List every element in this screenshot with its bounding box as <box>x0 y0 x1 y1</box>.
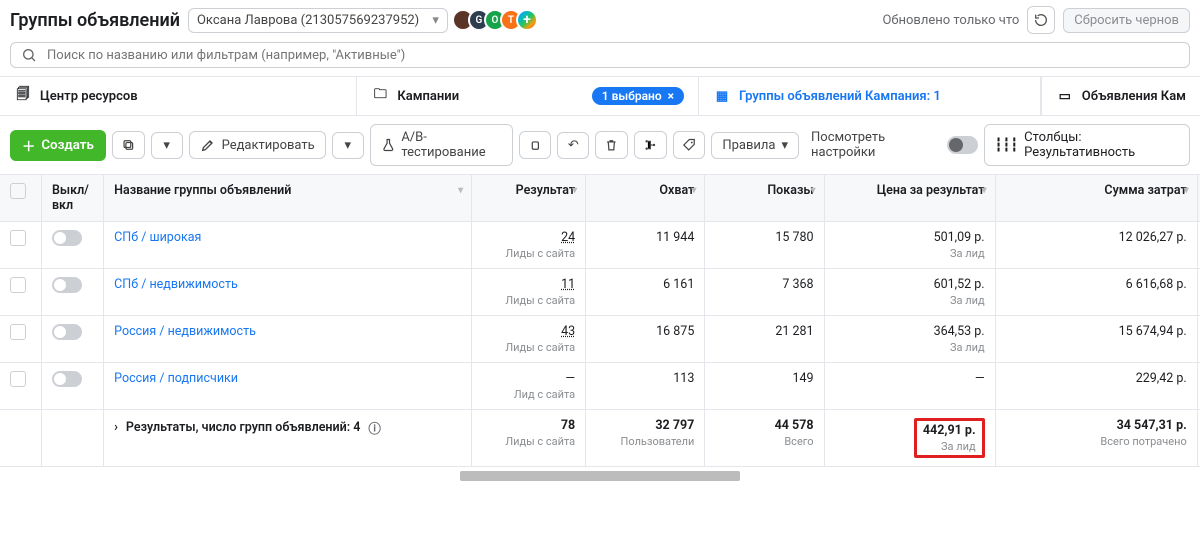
tag-icon <box>682 137 697 153</box>
top-bar: Группы объявлений Оксана Лаврова (213057… <box>0 0 1200 38</box>
edit-button[interactable]: Редактировать <box>189 131 326 159</box>
view-setup-toggle[interactable]: Посмотреть настройки <box>811 130 978 160</box>
collaborator-avatars[interactable]: G О T + <box>458 9 538 31</box>
tab-resources[interactable]: 🗐 Центр ресурсов <box>0 77 357 115</box>
table-row: Россия / подписчики—Лид с сайта113149—22… <box>0 363 1200 410</box>
adset-name-link[interactable]: Россия / недвижимость <box>114 324 256 339</box>
copy-icon <box>121 137 136 153</box>
col-name[interactable]: Название группы объявлений <box>104 175 472 222</box>
toolbar: ＋Создать ▾ Редактировать ▾ A/B-тестирова… <box>0 116 1200 175</box>
edit-menu[interactable]: ▾ <box>332 132 364 159</box>
reset-draft-button[interactable]: Сбросить чернов <box>1063 8 1190 33</box>
undo-button[interactable]: ↶ <box>557 132 589 159</box>
tab-label: Группы объявлений Кампания: 1 <box>739 89 941 104</box>
search-row <box>0 38 1200 76</box>
row-toggle[interactable] <box>52 277 82 293</box>
columns-icon: ┇┇┇ <box>995 138 1018 153</box>
tab-bar: 🗐 Центр ресурсов 🗀 Кампании 1 выбрано × … <box>0 76 1200 116</box>
row-checkbox[interactable] <box>10 324 26 340</box>
folder-icon: 🗀 <box>371 87 389 105</box>
ad-icon: ▭ <box>1056 87 1074 105</box>
row-checkbox[interactable] <box>10 371 26 387</box>
updated-label: Обновлено только что <box>882 13 1019 28</box>
tree-button[interactable] <box>634 131 667 159</box>
chevron-down-icon: ▾ <box>782 138 789 153</box>
add-avatar-icon[interactable]: + <box>516 9 538 31</box>
grid-icon: ▦ <box>713 87 731 105</box>
flask-icon <box>381 137 396 153</box>
selection-chip[interactable]: 1 выбрано × <box>592 87 684 105</box>
create-button[interactable]: ＋Создать <box>10 130 106 161</box>
columns-button[interactable]: ┇┇┇ Столбцы: Результативность <box>984 124 1190 166</box>
adset-table: Выкл/вкл Название группы объявлений Резу… <box>0 175 1200 481</box>
tab-label: Центр ресурсов <box>40 89 138 104</box>
tab-adsets[interactable]: ▦ Группы объявлений Кампания: 1 <box>699 77 1041 115</box>
row-toggle[interactable] <box>52 371 82 387</box>
account-label: Оксана Лаврова (213057569237952) <box>197 13 419 28</box>
refresh-icon <box>1033 12 1049 28</box>
duplicate-button[interactable] <box>112 131 145 159</box>
tab-label: Кампании <box>397 89 459 104</box>
delete-button[interactable] <box>595 131 628 159</box>
adset-name-link[interactable]: СПб / недвижимость <box>114 277 238 292</box>
chevron-down-icon: ▾ <box>432 13 439 28</box>
table-row: Россия / недвижимость43Лиды с сайта16 87… <box>0 316 1200 363</box>
search-input[interactable] <box>47 48 1179 63</box>
close-icon[interactable]: × <box>668 89 674 103</box>
tree-icon <box>643 137 658 153</box>
row-toggle[interactable] <box>52 230 82 246</box>
table-row: СПб / недвижимость11Лиды с сайта6 1617 3… <box>0 269 1200 316</box>
refresh-button[interactable] <box>1027 6 1055 34</box>
duplicate-menu[interactable]: ▾ <box>151 132 183 159</box>
row-checkbox[interactable] <box>10 230 26 246</box>
trash-icon <box>604 137 619 153</box>
col-toggle: Выкл/вкл <box>41 175 103 222</box>
info-icon[interactable]: ⓘ <box>368 418 381 437</box>
col-reach[interactable]: Охват <box>586 175 705 222</box>
search-icon <box>21 47 37 63</box>
horizontal-scrollbar[interactable] <box>460 471 740 481</box>
col-spent[interactable]: Сумма затрат <box>995 175 1197 222</box>
tab-label: Объявления Кам <box>1082 89 1186 104</box>
pencil-icon <box>200 137 216 153</box>
select-all-checkbox[interactable] <box>10 183 26 199</box>
ab-test-button[interactable]: A/B-тестирование <box>370 124 513 166</box>
page-title: Группы объявлений <box>10 10 180 31</box>
resource-icon: 🗐 <box>14 87 32 105</box>
tab-campaigns[interactable]: 🗀 Кампании 1 выбрано × <box>357 77 699 115</box>
col-result[interactable]: Результат <box>472 175 586 222</box>
table-row: СПб / широкая24Лиды с сайта11 94415 7805… <box>0 222 1200 269</box>
tag-button[interactable] <box>673 131 706 159</box>
chevron-right-icon[interactable]: › <box>114 420 118 435</box>
totals-row: ›Результаты, число групп объявлений: 4ⓘ … <box>0 410 1200 467</box>
adset-name-link[interactable]: Россия / подписчики <box>114 371 238 386</box>
copy-icon <box>528 137 543 153</box>
row-toggle[interactable] <box>52 324 82 340</box>
toggle[interactable] <box>947 136 978 154</box>
highlighted-cpr: 442,91 р.За лид <box>914 418 985 458</box>
col-cpr[interactable]: Цена за результат <box>824 175 995 222</box>
col-impressions[interactable]: Показы <box>705 175 824 222</box>
adset-name-link[interactable]: СПб / широкая <box>114 230 201 245</box>
row-checkbox[interactable] <box>10 277 26 293</box>
tab-ads[interactable]: ▭ Объявления Кам <box>1041 77 1200 115</box>
account-select[interactable]: Оксана Лаврова (213057569237952) ▾ <box>188 8 448 33</box>
rules-button[interactable]: Правила ▾ <box>711 132 799 159</box>
search-box[interactable] <box>10 42 1190 68</box>
more-button[interactable] <box>519 131 552 159</box>
plus-icon: ＋ <box>22 136 35 155</box>
